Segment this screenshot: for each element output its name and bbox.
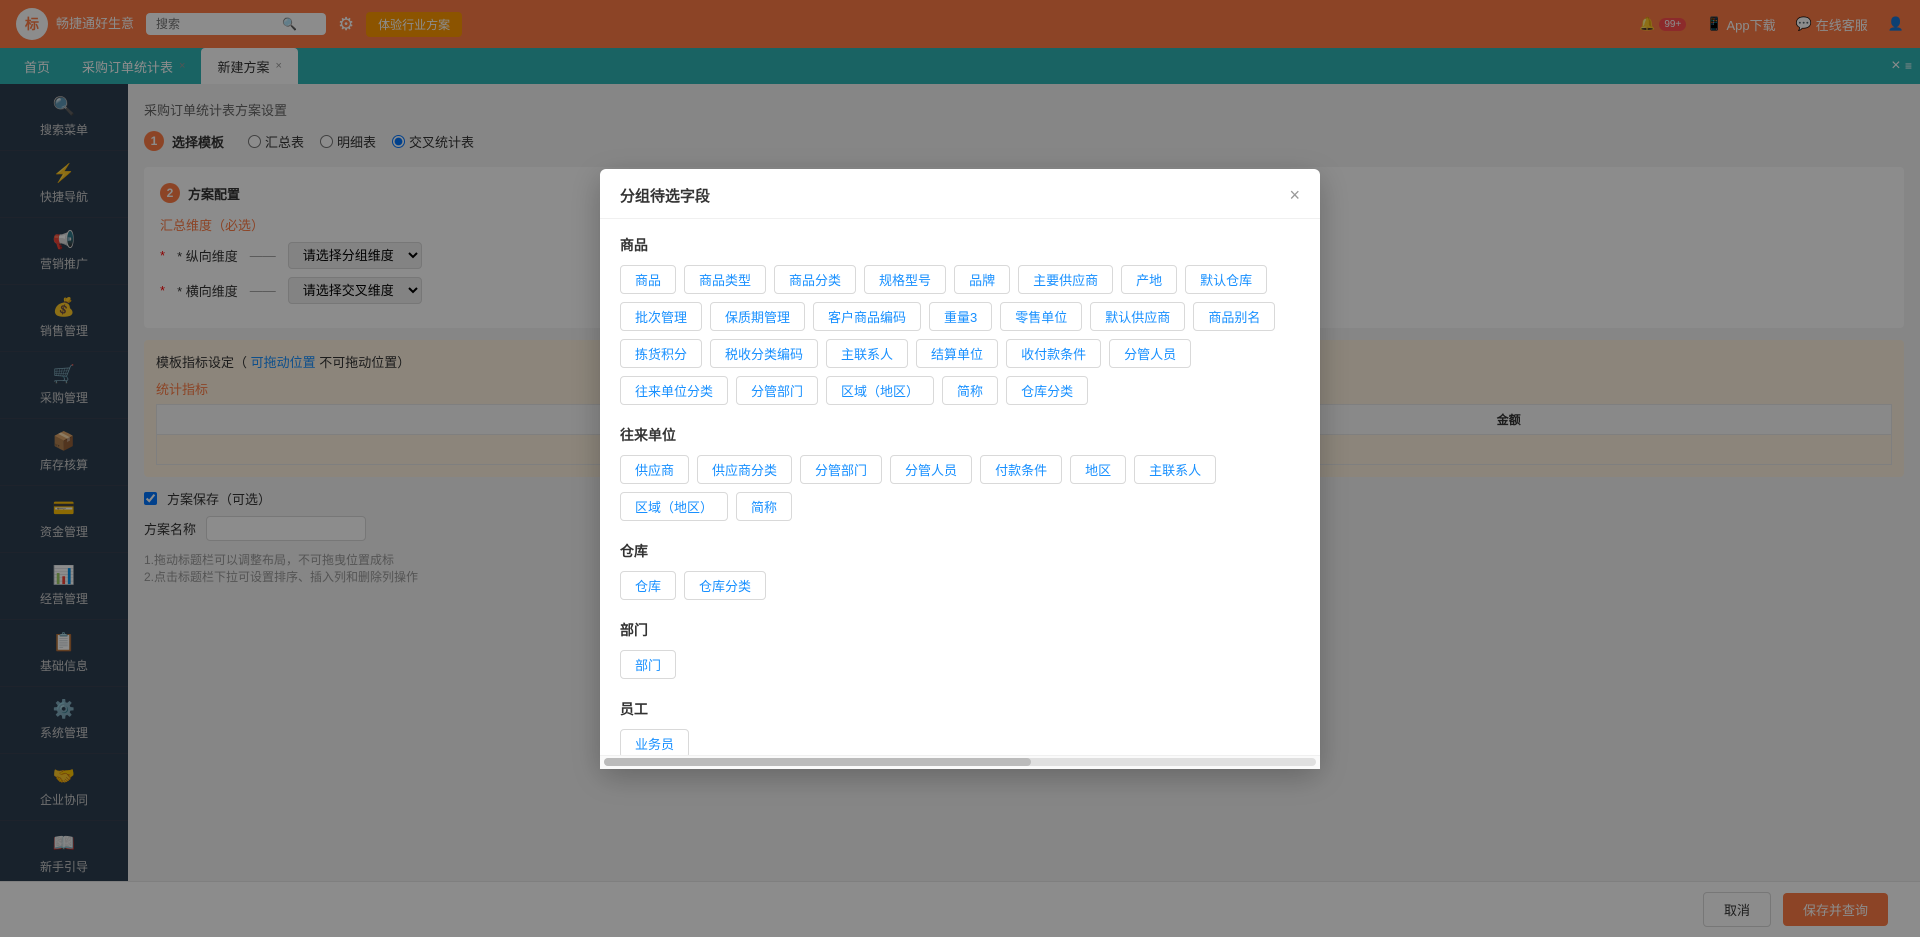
modal-scrollbar[interactable]	[600, 755, 1320, 768]
partner-fields: 供应商 供应商分类 分管部门 分管人员 付款条件 地区 主联系人 区域（地区） …	[620, 455, 1300, 521]
section-partner: 往来单位 供应商 供应商分类 分管部门 分管人员 付款条件 地区 主联系人 区域…	[620, 425, 1300, 521]
field-dept-managed[interactable]: 分管部门	[736, 376, 818, 405]
section-employee-title: 员工	[620, 699, 1300, 719]
field-weight3[interactable]: 重量3	[929, 302, 992, 331]
section-warehouse-title: 仓库	[620, 541, 1300, 561]
field-product[interactable]: 商品	[620, 265, 676, 294]
field-salesperson[interactable]: 业务员	[620, 729, 689, 756]
product-fields: 商品 商品类型 商品分类 规格型号 品牌 主要供应商 产地 默认仓库 批次管理 …	[620, 265, 1300, 405]
field-supplier[interactable]: 供应商	[620, 455, 689, 484]
field-main-contact[interactable]: 主联系人	[826, 339, 908, 368]
field-tax-code[interactable]: 税收分类编码	[710, 339, 818, 368]
field-manager2[interactable]: 分管人员	[890, 455, 972, 484]
modal-header: 分组待选字段 ×	[600, 169, 1320, 219]
modal-close-btn[interactable]: ×	[1289, 186, 1300, 204]
field-spec-model[interactable]: 规格型号	[864, 265, 946, 294]
field-customer-sku[interactable]: 客户商品编码	[813, 302, 921, 331]
field-product-type[interactable]: 商品类型	[684, 265, 766, 294]
scrollbar-track	[604, 758, 1316, 766]
field-payment-condition[interactable]: 付款条件	[980, 455, 1062, 484]
section-product-title: 商品	[620, 235, 1300, 255]
field-warehouse-category[interactable]: 仓库分类	[1006, 376, 1088, 405]
field-dept-managed2[interactable]: 分管部门	[800, 455, 882, 484]
field-select-modal: 分组待选字段 × 商品 商品 商品类型 商品分类 规格型号 品牌 主要供应商 产…	[600, 169, 1320, 769]
field-warehouse[interactable]: 仓库	[620, 571, 676, 600]
warehouse-fields: 仓库 仓库分类	[620, 571, 1300, 600]
dept-fields: 部门	[620, 650, 1300, 679]
field-default-warehouse[interactable]: 默认仓库	[1185, 265, 1267, 294]
field-pick-points[interactable]: 拣货积分	[620, 339, 702, 368]
scrollbar-thumb	[604, 758, 1031, 766]
modal-title: 分组待选字段	[620, 185, 710, 206]
field-warehouse-cat[interactable]: 仓库分类	[684, 571, 766, 600]
field-settlement-unit[interactable]: 结算单位	[916, 339, 998, 368]
field-batch-mgmt[interactable]: 批次管理	[620, 302, 702, 331]
employee-fields: 业务员	[620, 729, 1300, 756]
section-department: 部门 部门	[620, 620, 1300, 679]
field-retail-unit[interactable]: 零售单位	[1000, 302, 1082, 331]
field-default-supplier[interactable]: 默认供应商	[1090, 302, 1185, 331]
field-supplier-category[interactable]: 供应商分类	[697, 455, 792, 484]
field-short-name2[interactable]: 简称	[736, 492, 792, 521]
field-origin[interactable]: 产地	[1121, 265, 1177, 294]
field-region2[interactable]: 区域（地区）	[620, 492, 728, 521]
field-manager[interactable]: 分管人员	[1109, 339, 1191, 368]
field-region[interactable]: 区域（地区）	[826, 376, 934, 405]
field-dept[interactable]: 部门	[620, 650, 676, 679]
field-shelf-life[interactable]: 保质期管理	[710, 302, 805, 331]
field-product-alias[interactable]: 商品别名	[1193, 302, 1275, 331]
field-main-contact2[interactable]: 主联系人	[1134, 455, 1216, 484]
field-area[interactable]: 地区	[1070, 455, 1126, 484]
modal-overlay: 分组待选字段 × 商品 商品 商品类型 商品分类 规格型号 品牌 主要供应商 产…	[0, 0, 1920, 937]
section-employee: 员工 业务员	[620, 699, 1300, 756]
section-product: 商品 商品 商品类型 商品分类 规格型号 品牌 主要供应商 产地 默认仓库 批次…	[620, 235, 1300, 405]
modal-body: 商品 商品 商品类型 商品分类 规格型号 品牌 主要供应商 产地 默认仓库 批次…	[600, 219, 1320, 756]
section-partner-title: 往来单位	[620, 425, 1300, 445]
field-main-supplier[interactable]: 主要供应商	[1018, 265, 1113, 294]
field-payment-terms[interactable]: 收付款条件	[1006, 339, 1101, 368]
field-short-name[interactable]: 简称	[942, 376, 998, 405]
field-brand[interactable]: 品牌	[954, 265, 1010, 294]
section-warehouse: 仓库 仓库 仓库分类	[620, 541, 1300, 600]
section-dept-title: 部门	[620, 620, 1300, 640]
field-partner-category[interactable]: 往来单位分类	[620, 376, 728, 405]
field-product-category[interactable]: 商品分类	[774, 265, 856, 294]
